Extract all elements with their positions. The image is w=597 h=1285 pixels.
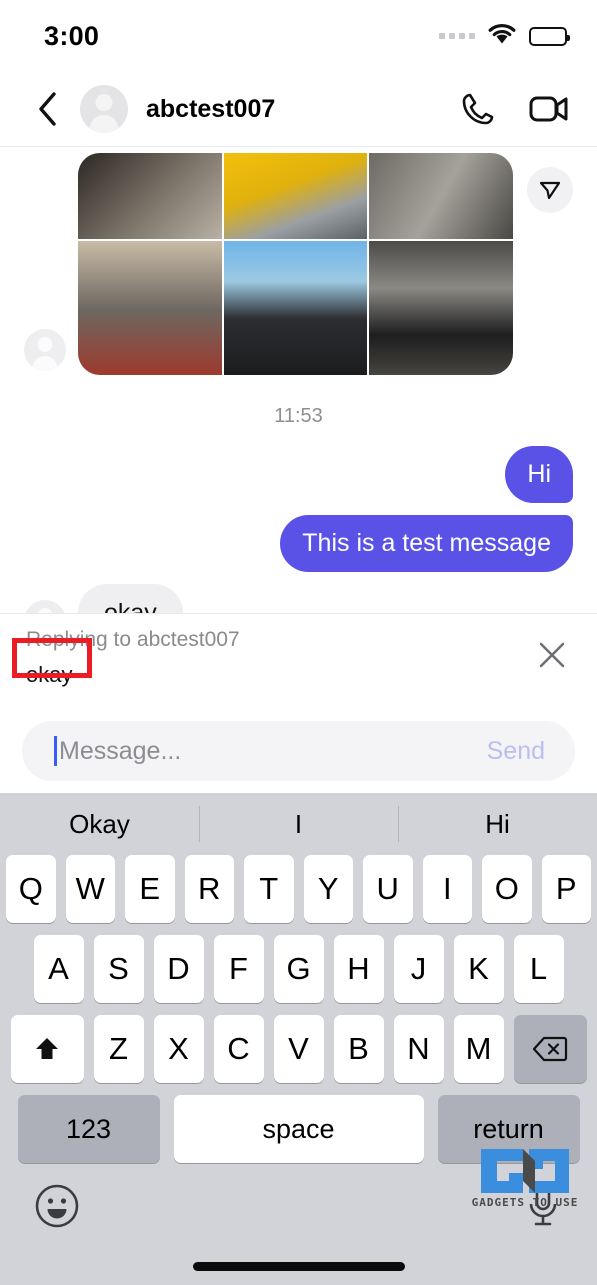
key-s[interactable]: S	[93, 935, 144, 1003]
chat-thread[interactable]: 11:53 Hi This is a test message okay	[0, 147, 597, 613]
key-y[interactable]: Y	[303, 855, 353, 923]
keyboard-row-3: Z X C V B N M	[0, 1015, 597, 1083]
key-o[interactable]: O	[482, 855, 532, 923]
message-row: Hi	[0, 446, 597, 503]
quoted-message-text: okay	[26, 662, 73, 687]
key-n[interactable]: N	[393, 1015, 444, 1083]
key-v[interactable]: V	[273, 1015, 324, 1083]
smiley-face-icon	[35, 1184, 79, 1228]
paper-plane-icon	[539, 181, 561, 200]
message-placeholder: Message...	[59, 736, 182, 765]
avatar[interactable]	[24, 600, 66, 613]
header-actions	[459, 90, 569, 128]
key-e[interactable]: E	[125, 855, 175, 923]
key-u[interactable]: U	[363, 855, 413, 923]
home-indicator[interactable]	[192, 1262, 405, 1271]
numbers-key[interactable]: 123	[17, 1095, 160, 1163]
shift-arrow-icon	[36, 1038, 58, 1059]
keyboard-row-4: 123 space return	[0, 1095, 597, 1163]
status-time: 3:00	[44, 20, 100, 51]
suggestion-chip[interactable]: Okay	[0, 809, 199, 840]
key-r[interactable]: R	[184, 855, 234, 923]
media-tile[interactable]	[223, 241, 368, 375]
signal-dots-icon	[439, 33, 475, 39]
key-l[interactable]: L	[513, 935, 564, 1003]
suggestion-chip[interactable]: Hi	[398, 809, 597, 840]
back-button[interactable]	[30, 91, 64, 127]
status-bar: 3:00	[0, 0, 597, 72]
key-i[interactable]: I	[422, 855, 472, 923]
close-icon	[539, 642, 565, 668]
key-j[interactable]: J	[393, 935, 444, 1003]
key-w[interactable]: W	[65, 855, 115, 923]
key-z[interactable]: Z	[93, 1015, 144, 1083]
key-b[interactable]: B	[333, 1015, 384, 1083]
message-input[interactable]: Message... Send	[22, 721, 575, 781]
media-tile[interactable]	[369, 241, 514, 375]
media-tile[interactable]	[78, 153, 222, 239]
keyboard-row-2: A S D F G H J K L	[0, 935, 597, 1003]
keyboard-row-1: Q W E R T Y U I O P	[0, 855, 597, 923]
shift-key[interactable]	[10, 1015, 84, 1083]
media-tile[interactable]	[223, 153, 368, 239]
send-button[interactable]: Send	[487, 737, 545, 766]
key-q[interactable]: Q	[6, 855, 56, 923]
message-timestamp: 11:53	[274, 405, 323, 427]
message-bubble-received[interactable]: okay	[78, 583, 183, 613]
phone-screen: 3:00 abctest007 11:53 Hi This is a test …	[0, 0, 597, 1285]
key-d[interactable]: D	[153, 935, 204, 1003]
page-title: abctest007	[146, 94, 276, 123]
chevron-left-icon	[39, 92, 56, 126]
key-x[interactable]: X	[153, 1015, 204, 1083]
message-bubble-sent[interactable]: This is a test message	[280, 514, 573, 572]
backspace-icon	[532, 1036, 568, 1062]
media-grid[interactable]	[78, 153, 514, 375]
key-c[interactable]: C	[213, 1015, 264, 1083]
text-cursor	[54, 736, 57, 766]
emoji-button[interactable]	[34, 1183, 80, 1234]
space-key[interactable]: space	[173, 1095, 424, 1163]
message-input-bar: Message... Send	[0, 721, 597, 793]
message-row: This is a test message	[0, 514, 597, 572]
reply-preview: Replying to abctest007 okay	[0, 613, 597, 721]
status-indicators	[439, 23, 570, 50]
key-k[interactable]: K	[453, 935, 504, 1003]
chat-header: abctest007	[0, 72, 597, 147]
suggestion-chip[interactable]: I	[199, 809, 398, 840]
key-a[interactable]: A	[33, 935, 84, 1003]
wifi-icon	[487, 23, 517, 50]
replying-to-label: Replying to abctest007	[26, 628, 240, 651]
suggestion-bar: Okay I Hi	[0, 793, 597, 855]
key-m[interactable]: M	[453, 1015, 504, 1083]
phone-icon[interactable]	[459, 90, 497, 128]
key-g[interactable]: G	[273, 935, 324, 1003]
battery-icon	[529, 26, 570, 46]
avatar[interactable]	[24, 329, 66, 371]
message-row: okay	[0, 583, 597, 613]
media-tile[interactable]	[78, 241, 222, 375]
media-tile[interactable]	[369, 153, 514, 239]
share-button[interactable]	[527, 167, 573, 213]
key-h[interactable]: H	[333, 935, 384, 1003]
avatar[interactable]	[80, 85, 128, 133]
backspace-key[interactable]	[513, 1015, 587, 1083]
close-reply-button[interactable]	[533, 636, 571, 674]
on-screen-keyboard: Okay I Hi Q W E R T Y U I O P A S D F G …	[0, 793, 597, 1285]
key-f[interactable]: F	[213, 935, 264, 1003]
return-key[interactable]: return	[437, 1095, 580, 1163]
microphone-button[interactable]	[523, 1183, 563, 1234]
media-message	[0, 153, 597, 383]
microphone-icon	[529, 1185, 557, 1226]
message-bubble-sent[interactable]: Hi	[505, 446, 573, 503]
key-p[interactable]: P	[541, 855, 591, 923]
video-camera-icon[interactable]	[529, 93, 569, 125]
keyboard-bottom-bar: GADGETS TO USE	[0, 1149, 597, 1285]
key-t[interactable]: T	[244, 855, 294, 923]
